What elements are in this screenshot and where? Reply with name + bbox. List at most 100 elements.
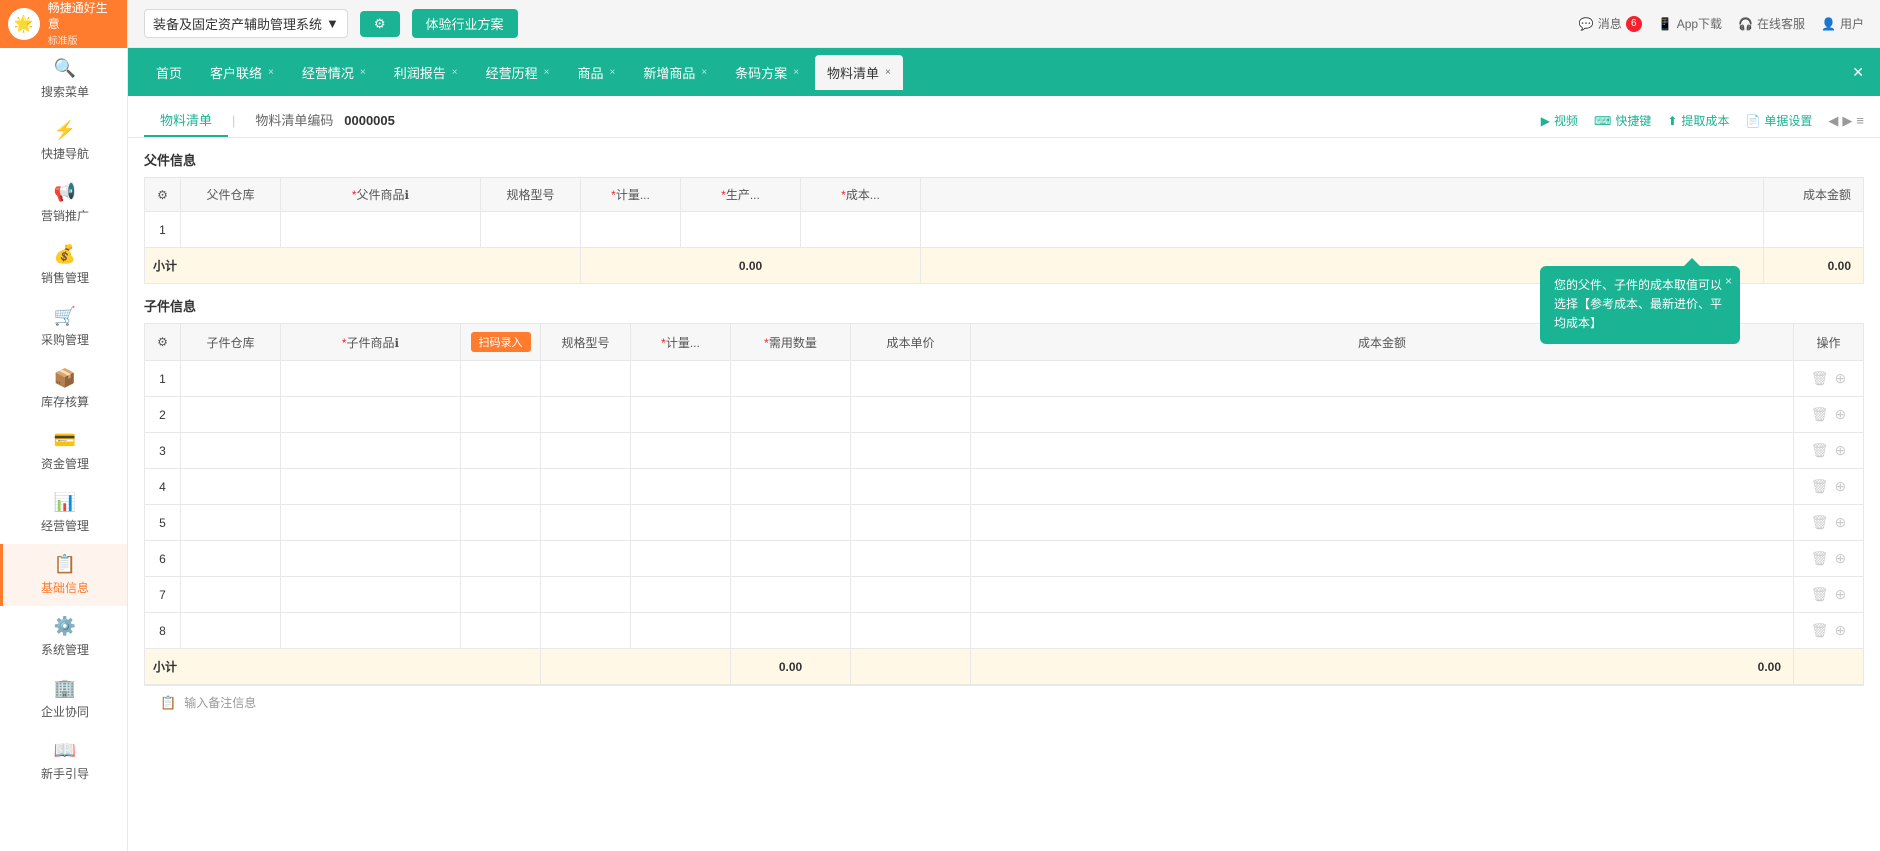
child-subtotal-label: 小计: [145, 649, 541, 685]
child-row-6-copy-btn[interactable]: ⊕: [1835, 550, 1847, 567]
tab-goods[interactable]: 商品 ×: [565, 55, 627, 90]
sidebar-item-guide[interactable]: 📖 新手引导: [0, 730, 127, 792]
tab-profit-close[interactable]: ×: [452, 67, 458, 78]
child-row-1-qty[interactable]: [731, 361, 851, 397]
parent-row-1-goods[interactable]: [281, 212, 481, 248]
system-selector[interactable]: 装备及固定资产辅助管理系统 ▼: [144, 9, 348, 38]
extract-cost-btn[interactable]: ⬆ 提取成本: [1667, 112, 1729, 129]
child-row-1-copy-btn[interactable]: ⊕: [1835, 370, 1847, 387]
next-btn[interactable]: ▶: [1842, 113, 1852, 129]
child-col-settings[interactable]: ⚙: [145, 324, 181, 361]
parent-row-1-warehouse[interactable]: [181, 212, 281, 248]
sidebar-item-finance[interactable]: 💳 资金管理: [0, 420, 127, 482]
sidebar-item-system-label: 系统管理: [41, 641, 89, 658]
sidebar-item-purchase[interactable]: 🛒 采购管理: [0, 296, 127, 358]
prev-btn[interactable]: ◀: [1828, 113, 1838, 129]
sidebar-item-guide-label: 新手引导: [41, 765, 89, 782]
sidebar-item-enterprise[interactable]: 🏢 企业协同: [0, 668, 127, 730]
tab-profit[interactable]: 利润报告 ×: [382, 55, 470, 90]
child-row-6-delete-btn[interactable]: 🗑: [1811, 550, 1829, 567]
shortcut-btn[interactable]: ⌨ 快捷键: [1594, 112, 1651, 129]
child-row-4-delete-btn[interactable]: 🗑: [1811, 478, 1829, 495]
sidebar-item-inventory[interactable]: 📦 库存核算: [0, 358, 127, 420]
sidebar-item-marketing[interactable]: 📢 营销推广: [0, 172, 127, 234]
app-label: App下载: [1677, 15, 1722, 32]
tab-history[interactable]: 经营历程 ×: [474, 55, 562, 90]
sidebar-item-search[interactable]: 🔍 搜索菜单: [0, 48, 127, 110]
tab-operations-close[interactable]: ×: [360, 67, 366, 78]
parent-row-1-cost[interactable]: [801, 212, 921, 248]
tab-barcode-close[interactable]: ×: [793, 67, 799, 78]
sidebar-item-basic[interactable]: 📋 基础信息: [0, 544, 127, 606]
tab-customer[interactable]: 客户联络 ×: [198, 55, 286, 90]
pagination-nav: ◀ ▶ ≡: [1828, 113, 1864, 129]
user-btn[interactable]: 👤 用户: [1821, 15, 1864, 32]
tooltip-close-btn[interactable]: ×: [1725, 272, 1732, 291]
parent-col-settings[interactable]: ⚙: [145, 178, 181, 212]
gear-settings-btn[interactable]: ⚙: [360, 11, 400, 37]
child-row-4-copy-btn[interactable]: ⊕: [1835, 478, 1847, 495]
search-icon: 🔍: [54, 58, 76, 79]
child-row-1-action: 🗑 ⊕: [1794, 361, 1864, 397]
megaphone-icon: 📢: [54, 182, 76, 203]
child-row-2-delete-btn[interactable]: 🗑: [1811, 406, 1829, 423]
child-row-1-unit[interactable]: [631, 361, 731, 397]
child-table: ⚙ 子件仓库 *子件商品ℹ 扫码录入 规格型号 *计量... *需用数量 成本单…: [144, 323, 1864, 685]
single-settings-btn[interactable]: 📄 单据设置: [1745, 112, 1812, 129]
sidebar-item-operations[interactable]: 📊 经营管理: [0, 482, 127, 544]
parent-row-1-production[interactable]: [681, 212, 801, 248]
sidebar: 🌟 畅捷通好生意 标准版 🔍 搜索菜单 ⚡ 快捷导航 📢 营销推广 💰 销售管理…: [0, 0, 128, 851]
child-row-5-copy-btn[interactable]: ⊕: [1835, 514, 1847, 531]
child-row-2-warehouse[interactable]: [181, 397, 281, 433]
clipboard-icon: 📋: [54, 554, 76, 575]
child-col-warehouse: 子件仓库: [181, 324, 281, 361]
close-all-tabs[interactable]: ✕: [1852, 64, 1864, 81]
tab-operations[interactable]: 经营情况 ×: [290, 55, 378, 90]
experience-btn[interactable]: 体验行业方案: [412, 9, 518, 38]
child-row-3-delete-btn[interactable]: 🗑: [1811, 442, 1829, 459]
message-btn[interactable]: 💬 消息 6: [1579, 15, 1642, 32]
tab-bom-close[interactable]: ×: [885, 67, 891, 78]
child-row-2-goods[interactable]: [281, 397, 461, 433]
video-btn[interactable]: ▶ 视频: [1541, 112, 1578, 129]
sidebar-item-system[interactable]: ⚙️ 系统管理: [0, 606, 127, 668]
child-row-1-goods[interactable]: [281, 361, 461, 397]
child-row-5-delete-btn[interactable]: 🗑: [1811, 514, 1829, 531]
sidebar-item-sales[interactable]: 💰 销售管理: [0, 234, 127, 296]
sidebar-item-inventory-label: 库存核算: [41, 393, 89, 410]
tab-goods-close[interactable]: ×: [609, 67, 615, 78]
child-row-2-unit-cost[interactable]: [851, 397, 971, 433]
tab-barcode[interactable]: 条码方案 ×: [723, 55, 811, 90]
tab-history-close[interactable]: ×: [544, 67, 550, 78]
app-download-btn[interactable]: 📱 App下载: [1658, 15, 1722, 32]
tab-bom[interactable]: 物料清单 ×: [815, 55, 903, 90]
tab-customer-close[interactable]: ×: [268, 67, 274, 78]
cart-icon: 🛒: [54, 306, 76, 327]
child-row-1-unit-cost[interactable]: [851, 361, 971, 397]
child-row-2-copy-btn[interactable]: ⊕: [1835, 406, 1847, 423]
tab-new-goods[interactable]: 新增商品 ×: [631, 55, 719, 90]
child-subtotal-amount: 0.00: [971, 649, 1794, 685]
child-row-2-qty[interactable]: [731, 397, 851, 433]
child-row-2-unit[interactable]: [631, 397, 731, 433]
tab-new-goods-close[interactable]: ×: [701, 67, 707, 78]
child-row-1-delete-btn[interactable]: 🗑: [1811, 370, 1829, 387]
child-row-1-spec[interactable]: [541, 361, 631, 397]
child-row-2-spec[interactable]: [541, 397, 631, 433]
child-row-3-copy-btn[interactable]: ⊕: [1835, 442, 1847, 459]
online-service-btn[interactable]: 🎧 在线客服: [1738, 15, 1805, 32]
list-view-btn[interactable]: ≡: [1856, 113, 1864, 129]
parent-row-1-spec[interactable]: [481, 212, 581, 248]
lightning-icon: ⚡: [54, 120, 76, 141]
sub-tab-bom-list[interactable]: 物料清单: [144, 104, 228, 137]
tab-home[interactable]: 首页: [144, 55, 194, 90]
child-row-8-copy-btn[interactable]: ⊕: [1835, 622, 1847, 639]
scan-btn[interactable]: 扫码录入: [471, 332, 531, 352]
parent-row-1-unit[interactable]: [581, 212, 681, 248]
child-row-7-delete-btn[interactable]: 🗑: [1811, 586, 1829, 603]
child-row-7-copy-btn[interactable]: ⊕: [1835, 586, 1847, 603]
child-row-1-warehouse[interactable]: [181, 361, 281, 397]
dropdown-arrow-icon: ▼: [326, 16, 339, 31]
child-row-8-delete-btn[interactable]: 🗑: [1811, 622, 1829, 639]
sidebar-item-quick-nav[interactable]: ⚡ 快捷导航: [0, 110, 127, 172]
